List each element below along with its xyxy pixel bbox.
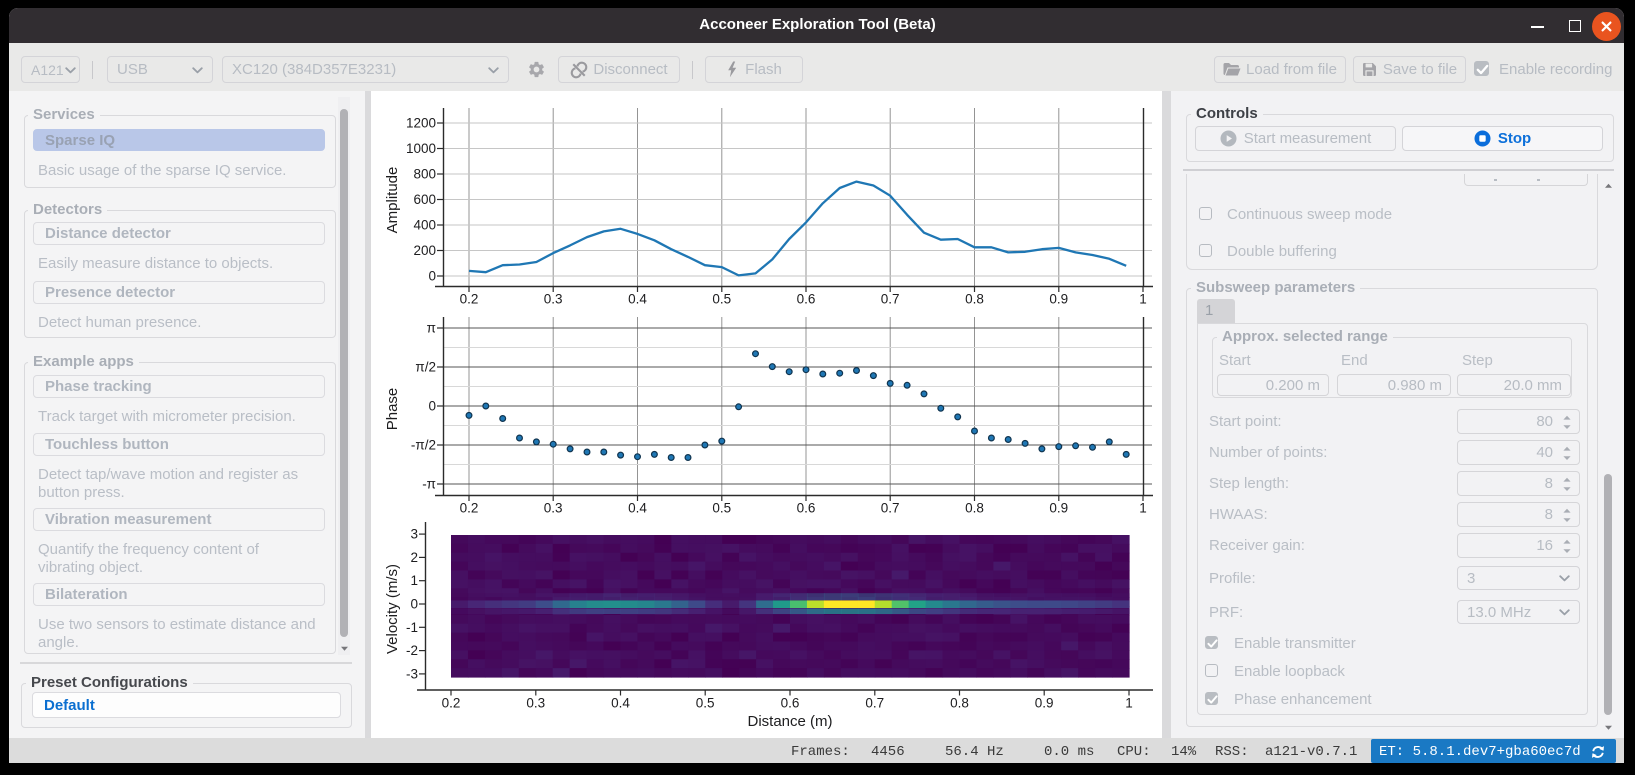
svg-text:0.8: 0.8 bbox=[950, 696, 969, 711]
svg-text:0.4: 0.4 bbox=[611, 696, 630, 711]
svg-text:3: 3 bbox=[410, 527, 418, 542]
svg-text:Velocity (m/s): Velocity (m/s) bbox=[384, 564, 401, 654]
svg-text:0: 0 bbox=[428, 399, 436, 414]
svg-text:0.8: 0.8 bbox=[965, 292, 984, 307]
svg-text:1: 1 bbox=[1139, 292, 1147, 307]
svg-text:2: 2 bbox=[410, 550, 418, 565]
svg-text:0.7: 0.7 bbox=[881, 501, 900, 516]
svg-text:0.9: 0.9 bbox=[1049, 292, 1068, 307]
svg-text:Distance (m): Distance (m) bbox=[747, 713, 832, 730]
svg-text:0.8: 0.8 bbox=[965, 501, 984, 516]
svg-text:0.6: 0.6 bbox=[797, 501, 816, 516]
svg-text:1200: 1200 bbox=[406, 116, 436, 131]
svg-text:0.6: 0.6 bbox=[797, 292, 816, 307]
svg-text:0.5: 0.5 bbox=[712, 501, 731, 516]
svg-text:-1: -1 bbox=[406, 620, 418, 635]
svg-text:-π/2: -π/2 bbox=[411, 438, 436, 453]
svg-text:Amplitude: Amplitude bbox=[384, 167, 401, 234]
svg-text:0.3: 0.3 bbox=[526, 696, 545, 711]
svg-text:200: 200 bbox=[413, 243, 436, 258]
svg-text:0.7: 0.7 bbox=[865, 696, 884, 711]
svg-text:1: 1 bbox=[1139, 501, 1147, 516]
svg-text:0.2: 0.2 bbox=[460, 501, 479, 516]
svg-text:0.2: 0.2 bbox=[442, 696, 461, 711]
svg-text:Phase: Phase bbox=[384, 388, 401, 431]
svg-text:1: 1 bbox=[1125, 696, 1133, 711]
svg-text:0.2: 0.2 bbox=[460, 292, 479, 307]
svg-text:0.4: 0.4 bbox=[628, 501, 647, 516]
svg-text:0.5: 0.5 bbox=[712, 292, 731, 307]
svg-text:-π: -π bbox=[422, 477, 436, 492]
svg-text:0.3: 0.3 bbox=[544, 292, 563, 307]
svg-text:0: 0 bbox=[410, 597, 418, 612]
svg-text:0.3: 0.3 bbox=[544, 501, 563, 516]
svg-text:0: 0 bbox=[428, 269, 436, 284]
svg-text:0.7: 0.7 bbox=[881, 292, 900, 307]
svg-text:1000: 1000 bbox=[406, 141, 436, 156]
svg-text:0.9: 0.9 bbox=[1035, 696, 1054, 711]
svg-text:-2: -2 bbox=[406, 643, 418, 658]
svg-text:800: 800 bbox=[413, 167, 436, 182]
svg-text:0.4: 0.4 bbox=[628, 292, 647, 307]
svg-text:400: 400 bbox=[413, 218, 436, 233]
svg-text:π: π bbox=[427, 321, 436, 336]
svg-text:0.5: 0.5 bbox=[696, 696, 715, 711]
svg-text:1: 1 bbox=[410, 573, 418, 588]
svg-text:π/2: π/2 bbox=[415, 360, 436, 375]
svg-text:0.6: 0.6 bbox=[781, 696, 800, 711]
svg-text:600: 600 bbox=[413, 192, 436, 207]
svg-text:-3: -3 bbox=[406, 666, 418, 681]
svg-text:0.9: 0.9 bbox=[1049, 501, 1068, 516]
